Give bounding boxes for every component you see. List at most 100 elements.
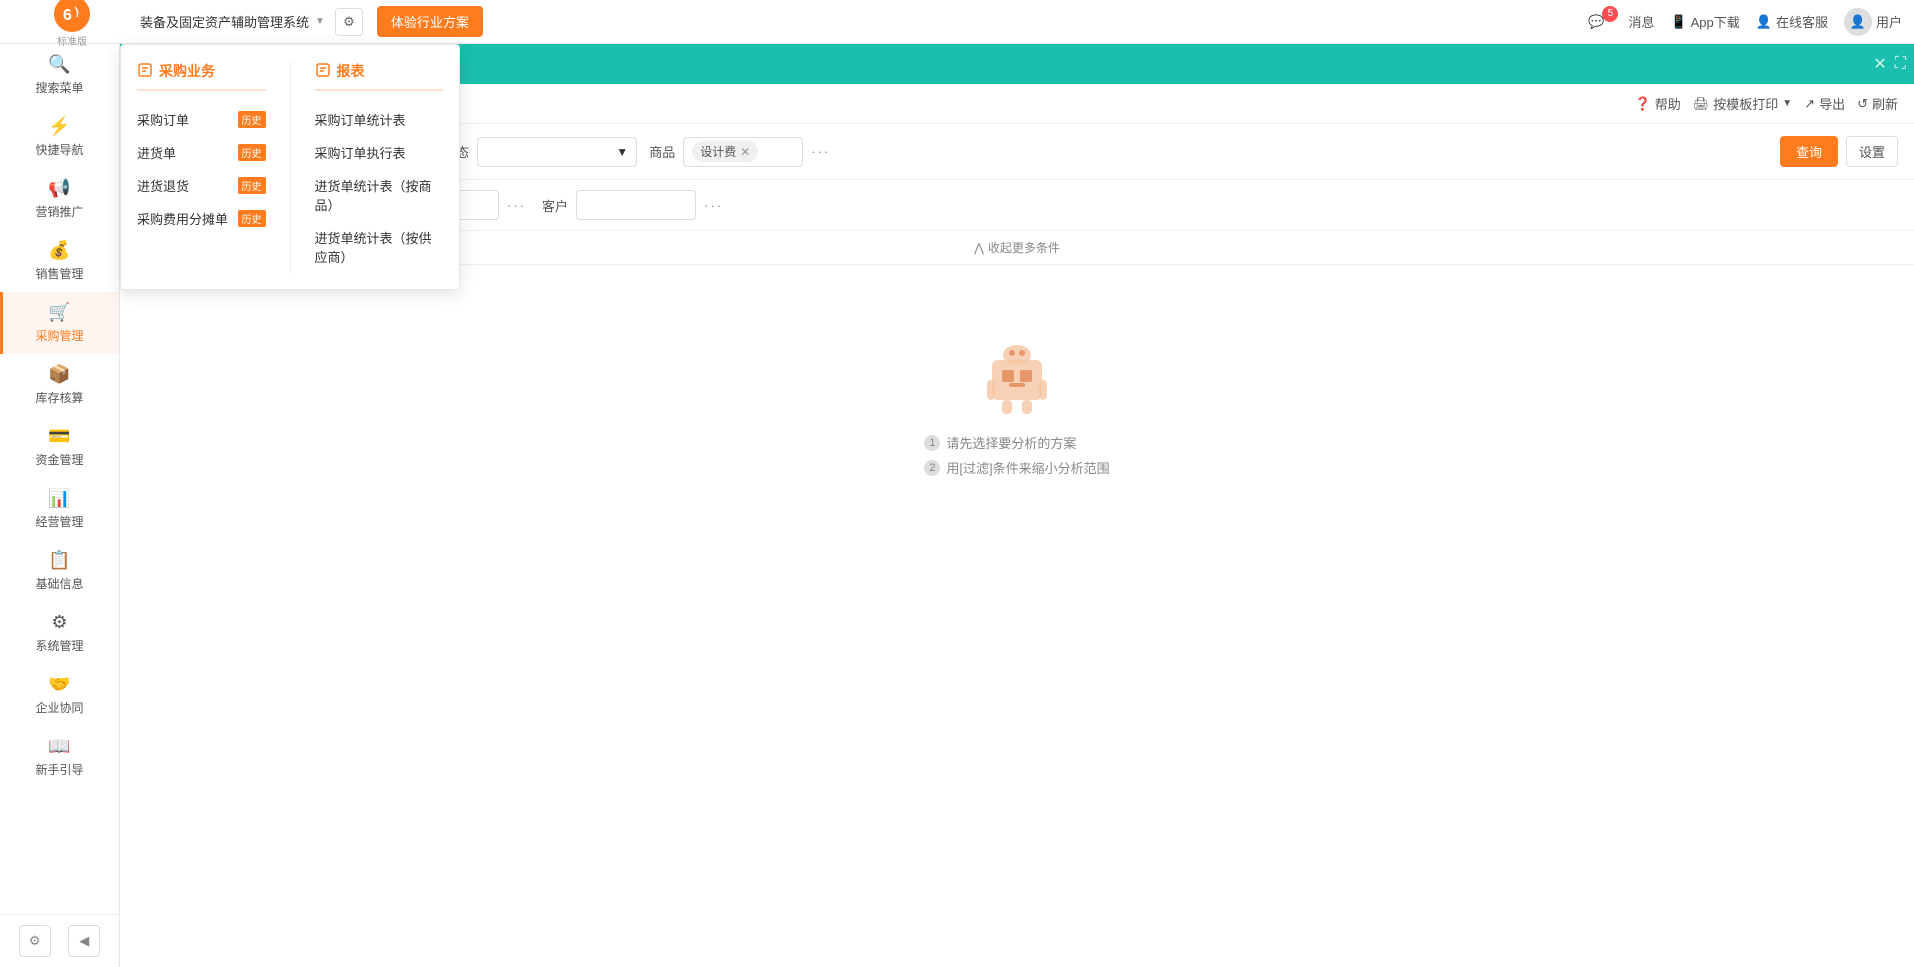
status-select[interactable]: ▼ xyxy=(477,137,637,167)
sidebar-item-marketing[interactable]: 📢 营销推广 xyxy=(0,168,119,230)
export-btn[interactable]: ↗ 导出 xyxy=(1804,94,1845,113)
dropdown-item-return[interactable]: 进货退货 历史 xyxy=(137,169,266,202)
settings-btn[interactable]: 设置 xyxy=(1846,136,1898,167)
query-btn[interactable]: 查询 xyxy=(1780,136,1838,167)
sidebar-item-inventory[interactable]: 📦 库存核算 xyxy=(0,354,119,416)
user-btn[interactable]: 👤 用户 xyxy=(1844,8,1902,36)
sales-icon: 💰 xyxy=(48,240,70,261)
sidebar-item-quicknav[interactable]: ⚡ 快捷导航 xyxy=(0,106,119,168)
dropdown-item-expense[interactable]: 采购费用分摊单 历史 xyxy=(137,202,266,235)
settings-bottom-btn[interactable]: ⚙ xyxy=(19,925,51,957)
print-arrow: ▼ xyxy=(1782,98,1792,109)
sidebar-label-collab: 企业协同 xyxy=(35,699,83,716)
dropdown-item-receipt[interactable]: 进货单 历史 xyxy=(137,136,266,169)
dropdown-label-order-exec: 采购订单执行表 xyxy=(315,143,406,162)
reports-col-title-text: 报表 xyxy=(337,61,365,81)
sidebar-label-marketing: 营销推广 xyxy=(35,203,83,220)
purchase-col-icon xyxy=(137,62,153,81)
dropdown-label-return: 进货退货 xyxy=(137,176,189,195)
sidebar-item-basic[interactable]: 📋 基础信息 xyxy=(0,540,119,602)
collapse-sidebar-btn[interactable]: ◀ xyxy=(68,925,100,957)
sidebar-label-finance: 资金管理 xyxy=(35,451,83,468)
topbar-right: 💬 5 消息 📱 App下载 👤 在线客服 👤 用户 xyxy=(1588,8,1902,36)
customer-filter: 客户 ··· xyxy=(542,190,723,220)
empty-illustration xyxy=(967,325,1067,425)
dropdown-item-order-stats[interactable]: 采购订单统计表 xyxy=(315,103,444,136)
refresh-btn[interactable]: ↺ 刷新 xyxy=(1857,94,1898,113)
sidebar-label-basic: 基础信息 xyxy=(35,575,83,592)
hint-text-1: 请先选择要分析的方案 xyxy=(946,433,1076,452)
sidebar-label-system: 系统管理 xyxy=(35,637,83,654)
inventory-icon: 📦 xyxy=(48,364,70,385)
export-label: 导出 xyxy=(1819,94,1845,113)
dropdown-item-receipt-stats-goods[interactable]: 进货单统计表（按商品） xyxy=(315,169,444,221)
goods-tag-close[interactable]: ✕ xyxy=(740,145,750,159)
sidebar-label-purchase: 采购管理 xyxy=(35,327,83,344)
purchase-col-title-text: 采购业务 xyxy=(159,61,215,81)
goods-more-dots[interactable]: ··· xyxy=(811,144,830,159)
refresh-label: 刷新 xyxy=(1872,94,1898,113)
sidebar-item-finance[interactable]: 💳 资金管理 xyxy=(0,416,119,478)
quicknav-icon: ⚡ xyxy=(48,116,70,137)
salesman-more-dots[interactable]: ··· xyxy=(507,198,526,213)
sidebar-item-system[interactable]: ⚙ 系统管理 xyxy=(0,602,119,664)
print-icon: 🖨 xyxy=(1693,96,1710,112)
guide-icon: 📖 xyxy=(48,736,70,757)
system-name-area: 装备及固定资产辅助管理系统 ▼ ⚙ 体验行业方案 xyxy=(140,6,1588,37)
empty-hint-1: 1 请先选择要分析的方案 xyxy=(924,433,1109,452)
goods-select[interactable]: 设计费 ✕ xyxy=(683,137,803,167)
logo-text: 标准版 xyxy=(57,33,87,48)
system-arrow-icon[interactable]: ▼ xyxy=(315,16,325,27)
help-btn[interactable]: ❓ 帮助 xyxy=(1635,94,1681,113)
sidebar-label-search: 搜索菜单 xyxy=(35,79,83,96)
app-label: App下载 xyxy=(1691,12,1740,31)
sidebar-label-guide: 新手引导 xyxy=(35,761,83,778)
history-badge-2: 历史 xyxy=(238,177,266,194)
settings-icon[interactable]: ⚙ xyxy=(335,8,363,36)
message-btn[interactable]: 💬 5 消息 xyxy=(1588,12,1654,31)
logo-icon: 6 xyxy=(54,0,90,32)
purchase-dropdown-overlay: 采购业务 采购订单 历史 进货单 历史 进货退货 历史 xyxy=(120,44,460,290)
goods-label: 商品 xyxy=(649,142,675,161)
sidebar-label-operations: 经营管理 xyxy=(35,513,83,530)
sidebar-item-search[interactable]: 🔍 搜索菜单 xyxy=(0,44,119,106)
hint-num-1: 1 xyxy=(924,435,940,451)
operations-icon: 📊 xyxy=(48,488,70,509)
dropdown-label-expense: 采购费用分摊单 xyxy=(137,209,228,228)
industry-btn[interactable]: 体验行业方案 xyxy=(377,6,483,37)
sidebar-label-inventory: 库存核算 xyxy=(35,389,83,406)
dropdown-divider xyxy=(290,61,291,273)
customer-more-dots[interactable]: ··· xyxy=(704,198,723,213)
empty-hints: 1 请先选择要分析的方案 2 用[过滤]条件来缩小分析范围 xyxy=(924,433,1109,477)
user-label: 用户 xyxy=(1876,12,1902,31)
print-btn[interactable]: 🖨 按模板打印 ▼ xyxy=(1693,94,1792,113)
customer-select[interactable] xyxy=(576,190,696,220)
dropdown-label-receipt-stats-goods: 进货单统计表（按商品） xyxy=(315,176,444,214)
tab-close-btn[interactable]: ✕ xyxy=(1873,54,1886,74)
sidebar-item-guide[interactable]: 📖 新手引导 xyxy=(0,726,119,788)
collapse-up-icon: ⋀ xyxy=(974,241,984,255)
tab-expand-btn[interactable]: ⛶ xyxy=(1895,55,1906,73)
app-download-btn[interactable]: 📱 App下载 xyxy=(1670,12,1739,31)
reports-col-title: 报表 xyxy=(315,61,444,91)
dropdown-item-receipt-stats-supplier[interactable]: 进货单统计表（按供应商） xyxy=(315,221,444,273)
dropdown-item-order-exec[interactable]: 采购订单执行表 xyxy=(315,136,444,169)
history-badge-1: 历史 xyxy=(238,144,266,161)
sidebar-item-purchase[interactable]: 🛒 采购管理 xyxy=(0,292,119,354)
empty-hint-2: 2 用[过滤]条件来缩小分析范围 xyxy=(924,458,1109,477)
hint-text-2: 用[过滤]条件来缩小分析范围 xyxy=(946,458,1109,477)
collapse-btn[interactable]: ⋀ 收起更多条件 xyxy=(974,231,1060,264)
tab-bar-actions: ✕ ⛶ xyxy=(1873,54,1906,74)
topbar: 6 标准版 装备及固定资产辅助管理系统 ▼ ⚙ 体验行业方案 💬 5 消息 📱 … xyxy=(0,0,1914,44)
system-icon: ⚙ xyxy=(51,612,67,633)
goods-tag: 设计费 ✕ xyxy=(692,141,758,162)
dropdown-item-purchase-order[interactable]: 采购订单 历史 xyxy=(137,103,266,136)
sidebar-item-sales[interactable]: 💰 销售管理 xyxy=(0,230,119,292)
sidebar-item-collab[interactable]: 🤝 企业协同 xyxy=(0,664,119,726)
service-label: 在线客服 xyxy=(1776,12,1828,31)
online-service-btn[interactable]: 👤 在线客服 xyxy=(1756,12,1828,31)
sidebar-label-sales: 销售管理 xyxy=(35,265,83,282)
purchase-icon: 🛒 xyxy=(48,302,70,323)
history-badge-0: 历史 xyxy=(238,111,266,128)
sidebar-item-operations[interactable]: 📊 经营管理 xyxy=(0,478,119,540)
